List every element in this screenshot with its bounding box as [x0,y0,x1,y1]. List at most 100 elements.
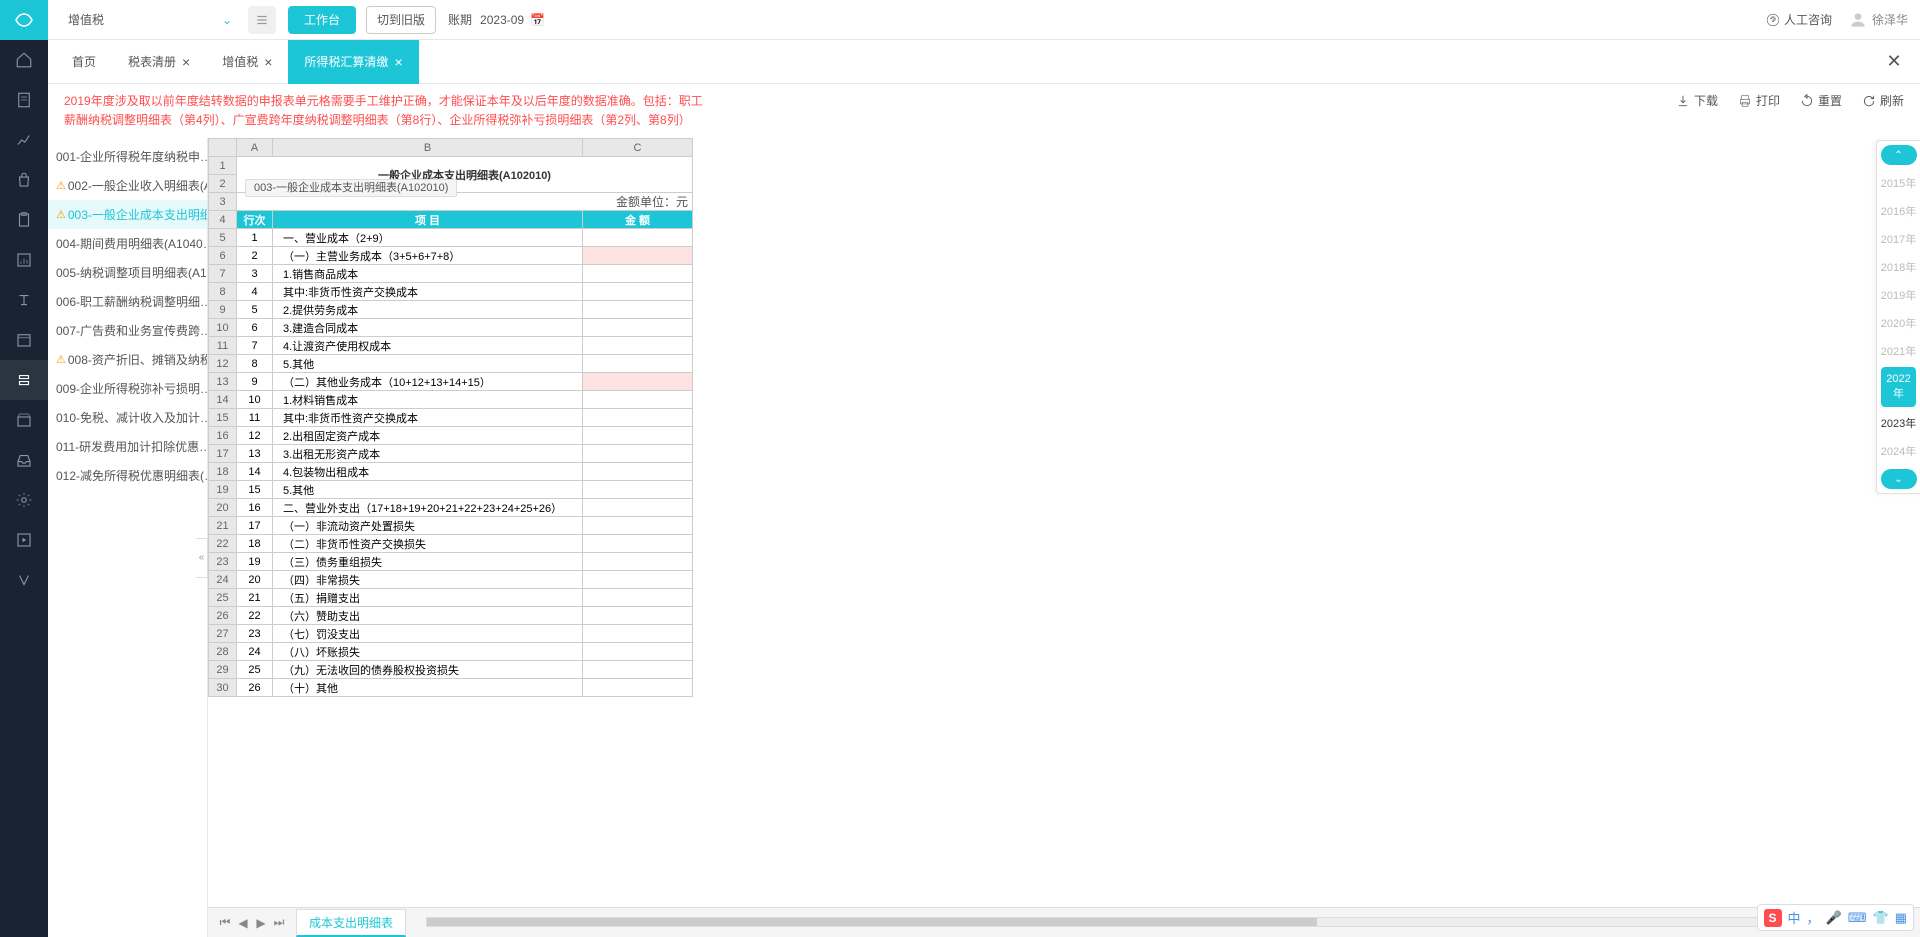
nav-report-icon[interactable] [0,240,48,280]
year-item[interactable]: 2016年 [1877,197,1920,225]
sheet-nav-prev[interactable]: ◀ [234,916,252,930]
nav-chart-icon[interactable] [0,120,48,160]
table-row[interactable]: 1511其中:非货币性资产交换成本 [209,409,693,427]
year-item[interactable]: 2021年 [1877,337,1920,365]
nav-clipboard-icon[interactable] [0,200,48,240]
list-item[interactable]: 005-纳税调整项目明细表(A1… [48,258,207,287]
table-row[interactable]: 2420（四）非常损失 [209,571,693,589]
nav-inbox-icon[interactable] [0,440,48,480]
list-item[interactable]: 001-企业所得税年度纳税申… [48,142,207,171]
tab-税表清册[interactable]: 税表清册× [112,40,206,84]
module-dropdown[interactable]: 增值税⌄ [60,6,240,34]
table-row[interactable]: 139（二）其他业务成本（10+12+13+14+15） [209,373,693,391]
list-item[interactable]: ⚠002-一般企业收入明细表(A… [48,171,207,200]
warn-icon: ⚠ [56,208,66,221]
table-row[interactable]: 84其中:非货币性资产交换成本 [209,283,693,301]
help-link[interactable]: 人工咨询 [1766,11,1832,28]
table-row[interactable]: 1285.其他 [209,355,693,373]
tab-增值税[interactable]: 增值税× [206,40,288,84]
list-item[interactable]: ⚠008-资产折旧、摊销及纳税… [48,345,207,374]
nav-calendar-icon[interactable] [0,320,48,360]
nav-bag-icon[interactable] [0,160,48,200]
table-row[interactable]: 2117（一）非流动资产处置损失 [209,517,693,535]
sheet-nav-first[interactable]: ⏮ [216,915,234,930]
nav-doc-icon[interactable] [0,80,48,120]
table-row[interactable]: 18144.包装物出租成本 [209,463,693,481]
table-row[interactable]: 51一、营业成本（2+9） [209,229,693,247]
table-row[interactable]: 2622（六）赞助支出 [209,607,693,625]
close-icon[interactable]: × [394,54,402,70]
nav-sidebar [0,0,48,937]
table-row[interactable]: 1063.建造合同成本 [209,319,693,337]
table-row[interactable]: 3026（十）其他 [209,679,693,697]
form-list-panel: 001-企业所得税年度纳税申…⚠002-一般企业收入明细表(A…⚠003-一般企… [48,138,208,937]
warning-notice: 2019年度涉及取以前年度结转数据的申报表单元格需要手工维护正确，才能保证本年及… [64,92,704,130]
nav-v-icon[interactable] [0,560,48,600]
table-row[interactable]: 2925（九）无法收回的债券股权投资损失 [209,661,693,679]
year-item[interactable]: 2024年 [1877,437,1920,465]
table-row[interactable]: 2218（二）非货币性资产交换损失 [209,535,693,553]
table-row[interactable]: 2824（八）坏账损失 [209,643,693,661]
workbench-button[interactable]: 工作台 [288,6,356,34]
year-item[interactable]: 2020年 [1877,309,1920,337]
table-row[interactable]: 62（一）主营业务成本（3+5+6+7+8） [209,247,693,265]
collapse-handle[interactable]: « [196,538,208,578]
year-item[interactable]: 2023年 [1877,409,1920,437]
refresh-button[interactable]: 刷新 [1862,92,1904,109]
list-item[interactable]: ⚠003-一般企业成本支出明细… [48,200,207,229]
download-button[interactable]: 下载 [1676,92,1718,109]
table-row[interactable]: 19155.其他 [209,481,693,499]
nav-text-icon[interactable] [0,280,48,320]
calendar-icon[interactable]: 📅 [530,13,545,27]
table-row[interactable]: 2521（五）捐赠支出 [209,589,693,607]
table-row[interactable]: 16122.出租固定资产成本 [209,427,693,445]
list-toggle-icon[interactable] [248,6,276,34]
nav-tax-icon[interactable] [0,360,48,400]
list-item[interactable]: 010-免税、减计收入及加计… [48,403,207,432]
year-scroll-up[interactable]: ⌃ [1881,145,1917,165]
close-icon[interactable]: × [264,54,272,70]
table-row[interactable]: 14101.材料销售成本 [209,391,693,409]
close-all-tabs-icon[interactable]: ✕ [1884,52,1904,72]
spreadsheet-grid[interactable]: ABC 1一般企业成本支出明细表(A102010) 2 3003-一般企业成本支… [208,138,693,697]
list-item[interactable]: 012-减免所得税优惠明细表(… [48,461,207,490]
horizontal-scrollbar[interactable] [426,917,1912,929]
sheet-tab[interactable]: 成本支出明细表 [296,909,406,937]
tab-所得税汇算清缴[interactable]: 所得税汇算清缴× [288,40,418,84]
table-row[interactable]: 2016二、营业外支出（17+18+19+20+21+22+23+24+25+2… [209,499,693,517]
year-scroll-down[interactable]: ⌄ [1881,469,1917,489]
switch-old-button[interactable]: 切到旧版 [366,6,436,34]
nav-home-icon[interactable] [0,40,48,80]
user-menu[interactable]: 徐泽华 [1848,10,1908,30]
year-item[interactable]: 2017年 [1877,225,1920,253]
list-item[interactable]: 009-企业所得税弥补亏损明… [48,374,207,403]
close-icon[interactable]: × [182,54,190,70]
list-item[interactable]: 006-职工薪酬纳税调整明细… [48,287,207,316]
table-row[interactable]: 952.提供劳务成本 [209,301,693,319]
period-value: 2023-09 [480,13,524,27]
year-item[interactable]: 2018年 [1877,253,1920,281]
tab-首页[interactable]: 首页 [56,40,112,84]
list-item[interactable]: 007-广告费和业务宣传费跨… [48,316,207,345]
sheet-tab-bar: ⏮ ◀ ▶ ⏭ 成本支出明细表 [208,907,1920,937]
year-item[interactable]: 2022年 [1881,367,1916,407]
table-row[interactable]: 2723（七）罚没支出 [209,625,693,643]
year-item[interactable]: 2019年 [1877,281,1920,309]
year-item[interactable]: 2015年 [1877,169,1920,197]
table-row[interactable]: 2319（三）债务重组损失 [209,553,693,571]
nav-settings-icon[interactable] [0,480,48,520]
table-row[interactable]: 731.销售商品成本 [209,265,693,283]
table-row[interactable]: 17133.出租无形资产成本 [209,445,693,463]
nav-play-icon[interactable] [0,520,48,560]
reset-button[interactable]: 重置 [1800,92,1842,109]
table-row[interactable]: 1174.让渡资产使用权成本 [209,337,693,355]
app-logo[interactable] [0,0,48,40]
sheet-nav-next[interactable]: ▶ [252,916,270,930]
nav-archive-icon[interactable] [0,400,48,440]
print-button[interactable]: 打印 [1738,92,1780,109]
list-item[interactable]: 011-研发费用加计扣除优惠… [48,432,207,461]
warn-icon: ⚠ [56,179,66,192]
sheet-nav-last[interactable]: ⏭ [270,915,288,930]
list-item[interactable]: 004-期间费用明细表(A1040… [48,229,207,258]
ime-toolbar[interactable]: S 中，🎤⌨👕▦ [1757,904,1914,931]
